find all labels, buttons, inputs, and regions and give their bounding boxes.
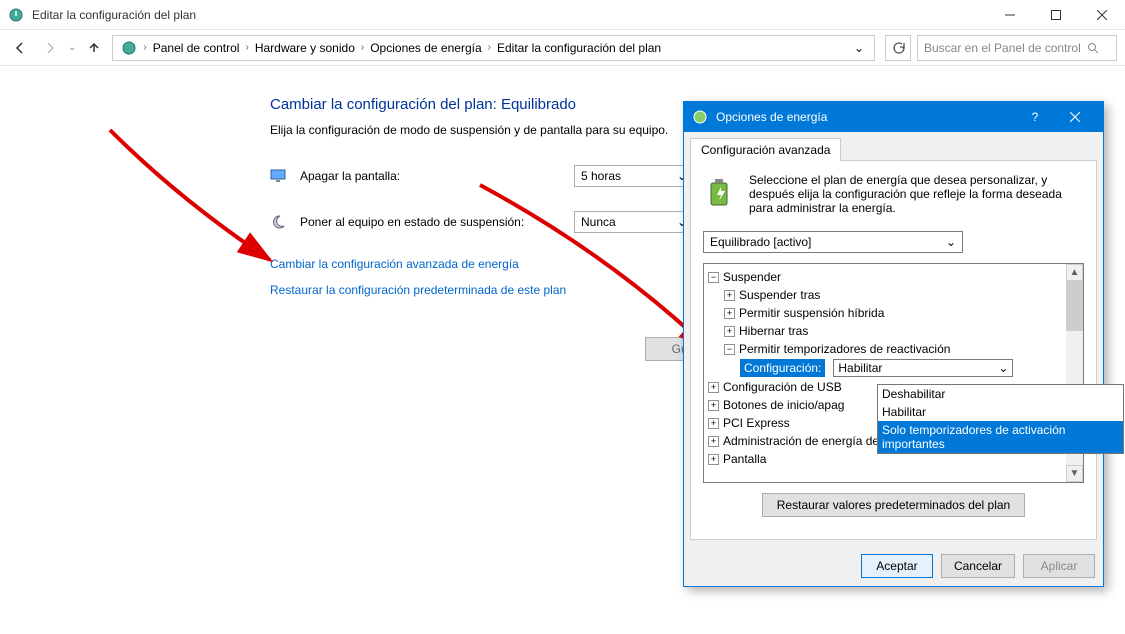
dialog-close-button[interactable] — [1055, 102, 1095, 132]
forward-button[interactable] — [38, 36, 62, 60]
chevron-down-icon: ⌄ — [946, 235, 956, 249]
chevron-down-icon: ⌄ — [998, 360, 1008, 376]
dialog-icon — [692, 109, 708, 125]
chevron-down-icon[interactable]: ⌄ — [854, 41, 864, 55]
config-label: Configuración: — [740, 359, 825, 377]
config-dropdown[interactable]: Deshabilitar Habilitar Solo temporizador… — [877, 384, 1124, 454]
crumb-2[interactable]: Hardware y sonido — [251, 41, 359, 55]
window-title: Editar la configuración del plan — [32, 8, 987, 22]
app-icon — [8, 7, 24, 23]
chevron-right-icon: › — [488, 42, 491, 53]
refresh-button[interactable] — [885, 35, 911, 61]
expand-icon[interactable]: + — [724, 308, 735, 319]
crumb-3[interactable]: Opciones de energía — [366, 41, 485, 55]
tree-node-suspender[interactable]: −Suspender — [708, 268, 1061, 286]
cancel-button[interactable]: Cancelar — [941, 554, 1015, 578]
chevron-right-icon: › — [361, 42, 364, 53]
dropdown-option-deshabilitar[interactable]: Deshabilitar — [878, 385, 1123, 403]
moon-icon — [270, 214, 286, 230]
window-controls — [987, 0, 1125, 29]
search-placeholder: Buscar en el Panel de control — [924, 41, 1081, 55]
tab-panel: Seleccione el plan de energía que desea … — [690, 160, 1097, 540]
window-titlebar: Editar la configuración del plan — [0, 0, 1125, 30]
search-icon — [1087, 42, 1099, 54]
crumb-1[interactable]: Panel de control — [149, 41, 244, 55]
expand-icon[interactable]: + — [708, 418, 719, 429]
tree-node-config[interactable]: Configuración: Habilitar ⌄ — [708, 358, 1061, 378]
display-off-select[interactable]: 5 horas ⌄ — [574, 165, 694, 187]
dropdown-option-habilitar[interactable]: Habilitar — [878, 403, 1123, 421]
navbar: ⌄ › Panel de control › Hardware y sonido… — [0, 30, 1125, 66]
dialog-description: Seleccione el plan de energía que desea … — [703, 173, 1084, 215]
back-button[interactable] — [8, 36, 32, 60]
expand-icon[interactable]: + — [708, 454, 719, 465]
dialog-buttons: Aceptar Cancelar Aplicar — [684, 546, 1103, 586]
up-button[interactable] — [82, 36, 106, 60]
collapse-icon[interactable]: − — [708, 272, 719, 283]
dialog-titlebar[interactable]: Opciones de energía ? — [684, 102, 1103, 132]
scroll-up-button[interactable]: ▲ — [1066, 264, 1083, 281]
help-button[interactable]: ? — [1015, 102, 1055, 132]
monitor-icon — [270, 168, 286, 184]
crumb-4[interactable]: Editar la configuración del plan — [493, 41, 665, 55]
sleep-label: Poner al equipo en estado de suspensión: — [300, 215, 560, 229]
tree-node-hibernar[interactable]: +Hibernar tras — [708, 322, 1061, 340]
minimize-button[interactable] — [987, 0, 1033, 29]
tree-node-hibrida[interactable]: +Permitir suspensión híbrida — [708, 304, 1061, 322]
search-input[interactable]: Buscar en el Panel de control — [917, 35, 1117, 61]
tree-node-temporizadores[interactable]: −Permitir temporizadores de reactivación — [708, 340, 1061, 358]
chevron-right-icon: › — [143, 42, 146, 53]
scroll-down-button[interactable]: ▼ — [1066, 465, 1083, 482]
sleep-select[interactable]: Nunca ⌄ — [574, 211, 694, 233]
restore-plan-defaults-button[interactable]: Restaurar valores predeterminados del pl… — [762, 493, 1025, 517]
expand-icon[interactable]: + — [724, 290, 735, 301]
close-button[interactable] — [1079, 0, 1125, 29]
scroll-thumb[interactable] — [1066, 281, 1083, 331]
tab-advanced[interactable]: Configuración avanzada — [690, 138, 841, 161]
dialog-title: Opciones de energía — [716, 110, 1015, 124]
address-icon — [121, 40, 137, 56]
apply-button[interactable]: Aplicar — [1023, 554, 1095, 578]
expand-icon[interactable]: + — [708, 382, 719, 393]
chevron-right-icon: › — [245, 42, 248, 53]
expand-icon[interactable]: + — [708, 436, 719, 447]
recent-dropdown[interactable]: ⌄ — [68, 42, 76, 53]
collapse-icon[interactable]: − — [724, 344, 735, 355]
config-select[interactable]: Habilitar ⌄ — [833, 359, 1013, 377]
tree-node-suspender-tras[interactable]: +Suspender tras — [708, 286, 1061, 304]
display-off-label: Apagar la pantalla: — [300, 169, 560, 183]
battery-icon — [703, 173, 739, 209]
breadcrumb[interactable]: › Panel de control › Hardware y sonido ›… — [112, 35, 875, 61]
dropdown-option-solo-importantes[interactable]: Solo temporizadores de activación import… — [878, 421, 1123, 453]
ok-button[interactable]: Aceptar — [861, 554, 933, 578]
expand-icon[interactable]: + — [724, 326, 735, 337]
power-options-dialog: Opciones de energía ? Configuración avan… — [683, 101, 1104, 587]
plan-select[interactable]: Equilibrado [activo] ⌄ — [703, 231, 963, 253]
expand-icon[interactable]: + — [708, 400, 719, 411]
maximize-button[interactable] — [1033, 0, 1079, 29]
